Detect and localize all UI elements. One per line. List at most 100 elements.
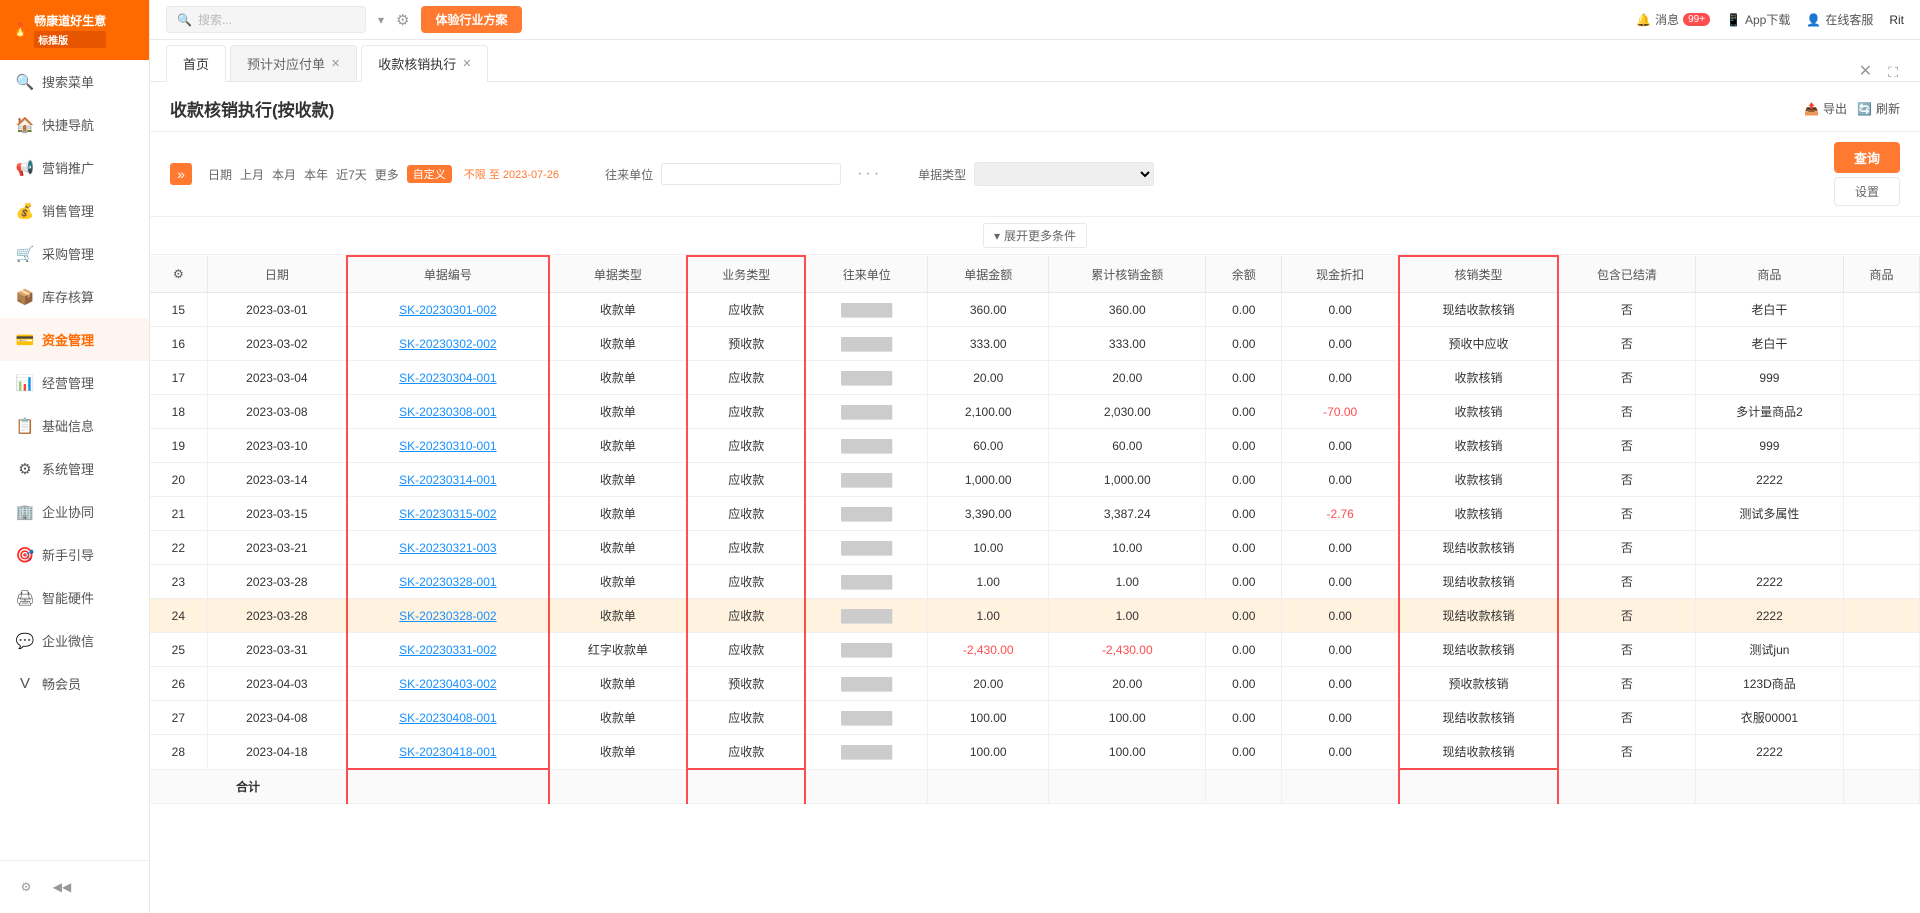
table-header-row: ⚙ 日期 单据编号 单据类型 业务类型 往来单位 单据金额 累计核销金额 余额 … xyxy=(150,256,1920,293)
cell-docno-26: SK-20230403-002 xyxy=(347,667,549,701)
more-date-link[interactable]: 更多 xyxy=(375,166,399,183)
sidebar-item-operations[interactable]: 📊经营管理 xyxy=(0,361,149,404)
setting-btn[interactable]: 设置 xyxy=(1834,177,1900,206)
sidebar-item-inventory[interactable]: 📦库存核算 xyxy=(0,275,149,318)
cell-counterparty-28: ██████ xyxy=(805,735,927,770)
topbar-search[interactable]: 🔍 搜索... xyxy=(166,6,366,33)
cell-biztype-17: 应收款 xyxy=(687,361,805,395)
sidebar-label-basics: 基础信息 xyxy=(42,416,94,435)
last-month-link[interactable]: 上月 xyxy=(240,166,264,183)
filter-toggle-btn[interactable]: » xyxy=(170,163,192,185)
cell-biztype-25: 应收款 xyxy=(687,633,805,667)
col-docno-header: 单据编号 xyxy=(347,256,549,293)
docno-link-17[interactable]: SK-20230304-001 xyxy=(399,371,496,385)
online-service[interactable]: 👤 在线客服 xyxy=(1806,11,1873,28)
collapse-sidebar-icon[interactable]: ◀◀ xyxy=(48,873,76,901)
this-year-link[interactable]: 本年 xyxy=(304,166,328,183)
tab-prepay-close[interactable]: ✕ xyxy=(331,57,340,70)
docno-link-18[interactable]: SK-20230308-001 xyxy=(399,405,496,419)
cell-includesettled-24: 否 xyxy=(1558,599,1696,633)
sidebar-item-member[interactable]: V畅会员 xyxy=(0,662,149,705)
topbar-chevron-icon[interactable]: ▾ xyxy=(378,13,384,27)
total-cashdiscount xyxy=(1282,769,1399,803)
tab-receivable[interactable]: 收款核销执行 ✕ xyxy=(361,45,488,82)
sidebar-item-marketing[interactable]: 📢营销推广 xyxy=(0,146,149,189)
cell-canceltype-21: 收款核销 xyxy=(1399,497,1558,531)
tab-receivable-close[interactable]: ✕ xyxy=(462,57,471,70)
page-inner: 收款核销执行(按收款) 📤 导出 🔄 刷新 » xyxy=(150,82,1920,913)
cell-amount-23: 1.00 xyxy=(928,565,1049,599)
sidebar-item-purchase[interactable]: 🛒采购管理 xyxy=(0,232,149,275)
refresh-btn[interactable]: 🔄 刷新 xyxy=(1857,100,1900,117)
maximize-window-icon[interactable]: ⛶ xyxy=(1882,64,1904,81)
docno-link-22[interactable]: SK-20230321-003 xyxy=(399,541,496,555)
docno-link-23[interactable]: SK-20230328-001 xyxy=(399,575,496,589)
sidebar-item-guide[interactable]: 🎯新手引导 xyxy=(0,533,149,576)
expand-more-btn[interactable]: ▾ 展开更多条件 xyxy=(983,223,1087,248)
cell-balance-17: 0.00 xyxy=(1206,361,1282,395)
cell-date-28: 2023-04-18 xyxy=(207,735,347,770)
cell-date-19: 2023-03-10 xyxy=(207,429,347,463)
app-download[interactable]: 📱 App下载 xyxy=(1726,11,1790,28)
docno-link-27[interactable]: SK-20230408-001 xyxy=(399,711,496,725)
cell-cashdiscount-22: 0.00 xyxy=(1282,531,1399,565)
docno-link-21[interactable]: SK-20230315-002 xyxy=(399,507,496,521)
receipt-type-select[interactable] xyxy=(974,162,1154,186)
tab-home[interactable]: 首页 xyxy=(166,45,226,82)
cell-balance-27: 0.00 xyxy=(1206,701,1282,735)
cell-date-22: 2023-03-21 xyxy=(207,531,347,565)
custom-date-btn[interactable]: 自定义 xyxy=(407,165,452,183)
guide-icon: 🎯 xyxy=(16,546,34,564)
sidebar-item-hardware[interactable]: 🖨智能硬件 xyxy=(0,576,149,619)
cell-goods-27: 衣服00001 xyxy=(1695,701,1843,735)
notifications[interactable]: 🔔 消息 99+ xyxy=(1636,11,1710,28)
sidebar-item-wechat[interactable]: 💬企业微信 xyxy=(0,619,149,662)
topbar: 🔍 搜索... ▾ ⚙ 体验行业方案 🔔 消息 99+ 📱 App下载 👤 xyxy=(150,0,1920,40)
last-7-days-link[interactable]: 近7天 xyxy=(336,166,367,183)
cell-seq-25: 25 xyxy=(150,633,207,667)
total-counterparty xyxy=(805,769,927,803)
docno-link-16[interactable]: SK-20230302-002 xyxy=(399,337,496,351)
sidebar-item-search[interactable]: 🔍搜索菜单 xyxy=(0,60,149,103)
close-window-icon[interactable]: ✕ xyxy=(1853,61,1878,81)
settings-gear-icon[interactable]: ⚙ xyxy=(396,11,409,29)
export-btn[interactable]: 📤 导出 xyxy=(1804,100,1847,117)
cell-amount-21: 3,390.00 xyxy=(928,497,1049,531)
sidebar-item-enterprise[interactable]: 🏢企业协同 xyxy=(0,490,149,533)
tab-prepay[interactable]: 预计对应付单 ✕ xyxy=(230,45,357,81)
docno-link-19[interactable]: SK-20230310-001 xyxy=(399,439,496,453)
cell-includesettled-16: 否 xyxy=(1558,327,1696,361)
cell-cashdiscount-19: 0.00 xyxy=(1282,429,1399,463)
docno-link-24[interactable]: SK-20230328-002 xyxy=(399,609,496,623)
sidebar-item-basics[interactable]: 📋基础信息 xyxy=(0,404,149,447)
sidebar-item-finance[interactable]: 💳资金管理 xyxy=(0,318,149,361)
docno-link-20[interactable]: SK-20230314-001 xyxy=(399,473,496,487)
this-month-link[interactable]: 本月 xyxy=(272,166,296,183)
col-settings-icon[interactable]: ⚙ xyxy=(150,256,207,293)
more-filters-dots[interactable]: ··· xyxy=(857,165,882,183)
cell-docno-21: SK-20230315-002 xyxy=(347,497,549,531)
cell-balance-19: 0.00 xyxy=(1206,429,1282,463)
cell-goods-15: 老白干 xyxy=(1695,293,1843,327)
cell-amount-20: 1,000.00 xyxy=(928,463,1049,497)
docno-link-26[interactable]: SK-20230403-002 xyxy=(399,677,496,691)
sidebar-item-shortcut[interactable]: 🏠快捷导航 xyxy=(0,103,149,146)
user-name[interactable]: Rit xyxy=(1889,13,1904,27)
cell-amount-17: 20.00 xyxy=(928,361,1049,395)
query-btn[interactable]: 查询 xyxy=(1834,142,1900,173)
sidebar-item-system[interactable]: ⚙系统管理 xyxy=(0,447,149,490)
cell-seq-23: 23 xyxy=(150,565,207,599)
docno-link-28[interactable]: SK-20230418-001 xyxy=(399,745,496,759)
cell-goods2-16 xyxy=(1843,327,1919,361)
settings-bottom-icon[interactable]: ⚙ xyxy=(12,873,40,901)
docno-link-25[interactable]: SK-20230331-002 xyxy=(399,643,496,657)
cell-biztype-23: 应收款 xyxy=(687,565,805,599)
sidebar-item-sales[interactable]: 💰销售管理 xyxy=(0,189,149,232)
cell-date-18: 2023-03-08 xyxy=(207,395,347,429)
table-row: 24 2023-03-28 SK-20230328-002 收款单 应收款 ██… xyxy=(150,599,1920,633)
trial-btn[interactable]: 体验行业方案 xyxy=(421,6,521,33)
counterparty-input[interactable] xyxy=(661,163,841,185)
docno-link-15[interactable]: SK-20230301-002 xyxy=(399,303,496,317)
cell-totalcancel-27: 100.00 xyxy=(1049,701,1206,735)
cell-date-15: 2023-03-01 xyxy=(207,293,347,327)
